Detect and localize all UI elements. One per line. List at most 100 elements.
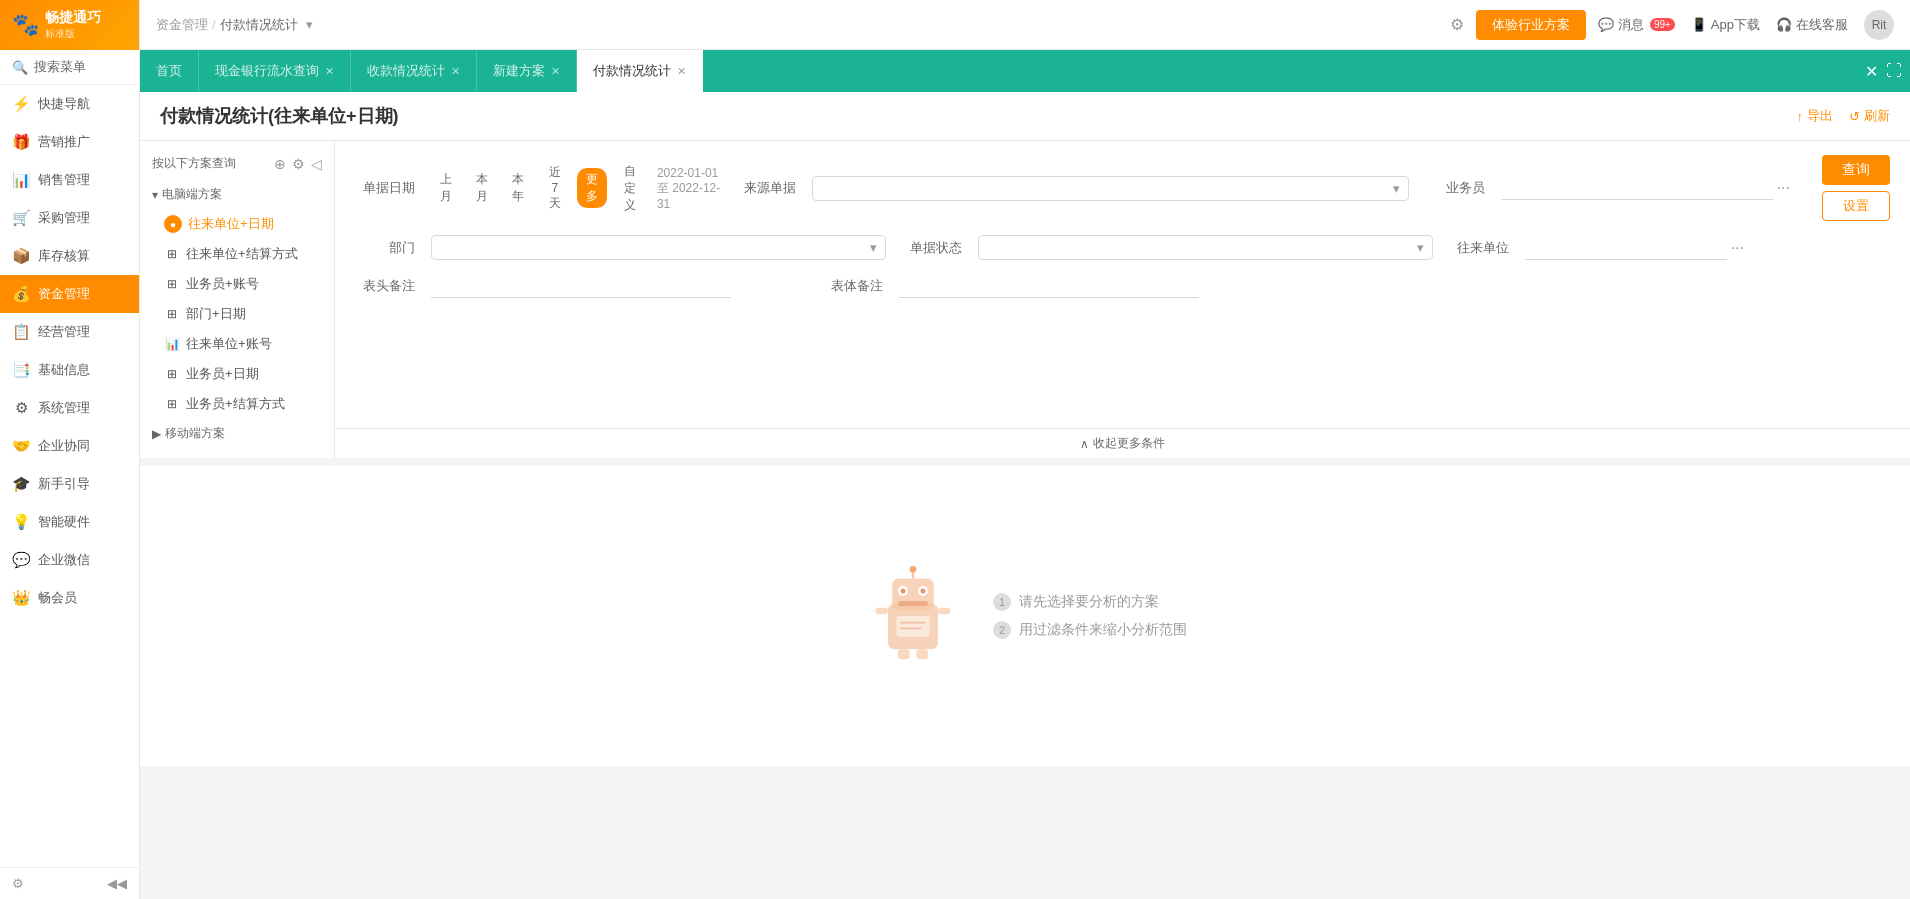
salesperson-field: ··· <box>1501 176 1790 200</box>
tab-cash-flow-label: 现金银行流水查询 <box>215 62 319 80</box>
tab-payment-stats-label: 付款情况统计 <box>593 62 671 80</box>
scheme-add-icon[interactable]: ⊕ <box>274 156 286 172</box>
sidebar-item-wechat[interactable]: 💬 企业微信 <box>0 541 139 579</box>
sidebar-item-label: 企业微信 <box>38 551 90 569</box>
scheme-collapse-icon[interactable]: ◁ <box>311 156 322 172</box>
partner-input[interactable] <box>1525 236 1726 260</box>
source-select[interactable]: ▾ <box>812 176 1409 201</box>
tab-receivable[interactable]: 收款情况统计 ✕ <box>351 50 477 92</box>
settings-button[interactable]: 设置 <box>1822 191 1890 221</box>
sidebar-item-label: 销售管理 <box>38 171 90 189</box>
refresh-action[interactable]: ↺ 刷新 <box>1849 107 1890 125</box>
sidebar-item-enterprise[interactable]: 🤝 企业协同 <box>0 427 139 465</box>
body-note-input[interactable] <box>899 274 1199 298</box>
sidebar-item-label: 资金管理 <box>38 285 90 303</box>
sidebar-item-hardware[interactable]: 💡 智能硬件 <box>0 503 139 541</box>
filter-row-1: 单据日期 上月 本月 本年 近7天 更多 自定义 2022-01-01 至 20… <box>355 155 1890 221</box>
scheme-item-partner-settlement[interactable]: ⊞ 往来单位+结算方式 <box>140 239 334 269</box>
header-note-input[interactable] <box>431 274 731 298</box>
scheme-table-icon3: ⊞ <box>164 306 180 322</box>
sidebar-collapse-icon[interactable]: ◀◀ <box>107 876 127 891</box>
message-action[interactable]: 💬 消息 99+ <box>1598 16 1675 34</box>
tab-home[interactable]: 首页 <box>140 50 199 92</box>
sidebar-item-system[interactable]: ⚙ 系统管理 <box>0 389 139 427</box>
sidebar-search[interactable]: 🔍 搜索菜单 <box>0 50 139 85</box>
scheme-item-label: 业务员+日期 <box>186 365 259 383</box>
date-btn-last-month[interactable]: 上月 <box>431 167 461 209</box>
partner-label: 往来单位 <box>1449 239 1509 257</box>
scheme-section-mobile[interactable]: ▶ 移动端方案 <box>140 419 334 448</box>
scheme-section-desktop[interactable]: ▾ 电脑端方案 <box>140 180 334 209</box>
scheme-item-partner-date[interactable]: ● 往来单位+日期 <box>140 209 334 239</box>
tab-cash-flow-close[interactable]: ✕ <box>325 65 334 78</box>
query-button[interactable]: 查询 <box>1822 155 1890 185</box>
refresh-label: 刷新 <box>1864 107 1890 125</box>
tab-close-all-icon[interactable]: ✕ <box>1865 62 1878 81</box>
salesperson-dots[interactable]: ··· <box>1777 179 1790 197</box>
scheme-panel-label: 按以下方案查询 <box>152 155 236 172</box>
page-header: 付款情况统计(往来单位+日期) ↑ 导出 ↺ 刷新 <box>140 92 1910 141</box>
sidebar-item-finance[interactable]: 💰 资金管理 <box>0 275 139 313</box>
message-label: 消息 <box>1618 16 1644 34</box>
tab-expand-icon[interactable]: ⛶ <box>1886 62 1902 80</box>
app-download-action[interactable]: 📱 App下载 <box>1691 16 1760 34</box>
dept-select[interactable]: ▾ <box>431 235 886 260</box>
scheme-item-dept-date[interactable]: ⊞ 部门+日期 <box>140 299 334 329</box>
tab-new-scheme-close[interactable]: ✕ <box>551 65 560 78</box>
tip-text-1: 请先选择要分析的方案 <box>1019 593 1159 611</box>
sidebar-item-quick-nav[interactable]: ⚡ 快捷导航 <box>0 85 139 123</box>
sidebar-settings-icon[interactable]: ⚙ <box>12 876 24 891</box>
date-btn-this-year[interactable]: 本年 <box>503 167 533 209</box>
tab-cash-flow[interactable]: 现金银行流水查询 ✕ <box>199 50 351 92</box>
main-container: 资金管理 / 付款情况统计 ▾ ⚙ 体验行业方案 💬 消息 99+ 📱 App下… <box>140 0 1910 899</box>
breadcrumb-dropdown[interactable]: ▾ <box>306 17 313 32</box>
tab-new-scheme[interactable]: 新建方案 ✕ <box>477 50 577 92</box>
collapse-button[interactable]: ∧ 收起更多条件 <box>335 428 1910 458</box>
notification-badge: 99+ <box>1650 18 1675 31</box>
header-settings-icon[interactable]: ⚙ <box>1450 15 1464 34</box>
purchase-icon: 🛒 <box>12 209 30 227</box>
date-btn-this-month[interactable]: 本月 <box>467 167 497 209</box>
scheme-item-salesperson-date[interactable]: ⊞ 业务员+日期 <box>140 359 334 389</box>
date-range-text: 2022-01-01 至 2022-12-31 <box>657 166 720 211</box>
sidebar-item-guide[interactable]: 🎓 新手引导 <box>0 465 139 503</box>
doc-status-select[interactable]: ▾ <box>978 235 1433 260</box>
scheme-table-icon: ⊞ <box>164 246 180 262</box>
user-avatar[interactable]: Rit <box>1864 10 1894 40</box>
tab-receivable-close[interactable]: ✕ <box>451 65 460 78</box>
scheme-item-salesperson-settlement[interactable]: ⊞ 业务员+结算方式 <box>140 389 334 419</box>
salesperson-label: 业务员 <box>1425 179 1485 197</box>
date-btn-more[interactable]: 更多 <box>577 168 607 208</box>
sidebar-item-label: 基础信息 <box>38 361 90 379</box>
scheme-item-salesperson-account[interactable]: ⊞ 业务员+账号 <box>140 269 334 299</box>
sidebar-item-member[interactable]: 👑 畅会员 <box>0 579 139 617</box>
tab-payment-stats[interactable]: 付款情况统计 ✕ <box>577 50 703 92</box>
hardware-icon: 💡 <box>12 513 30 531</box>
scheme-panel-icons: ⊕ ⚙ ◁ <box>274 156 322 172</box>
date-btn-7days[interactable]: 近7天 <box>539 160 571 216</box>
trial-button[interactable]: 体验行业方案 <box>1476 10 1586 40</box>
svg-rect-10 <box>938 608 951 615</box>
salesperson-input[interactable] <box>1501 176 1773 200</box>
message-icon: 💬 <box>1598 17 1614 32</box>
service-action[interactable]: 🎧 在线客服 <box>1776 16 1848 34</box>
page-title: 付款情况统计(往来单位+日期) <box>160 104 399 128</box>
filter-row-2: 部门 ▾ 单据状态 ▾ 往来单位 ··· <box>355 235 1890 260</box>
scheme-item-partner-account[interactable]: 📊 往来单位+账号 <box>140 329 334 359</box>
scheme-item-label: 部门+日期 <box>186 305 246 323</box>
partner-dots[interactable]: ··· <box>1731 239 1744 257</box>
breadcrumb-text: 资金管理 <box>156 16 208 34</box>
sidebar-item-basic-info[interactable]: 📑 基础信息 <box>0 351 139 389</box>
scheme-item-label: 往来单位+日期 <box>188 215 274 233</box>
export-action[interactable]: ↑ 导出 <box>1797 107 1834 125</box>
sidebar-item-purchase[interactable]: 🛒 采购管理 <box>0 199 139 237</box>
filter-section: 按以下方案查询 ⊕ ⚙ ◁ ▾ 电脑端方案 ● 往来单位+日期 ⊞ <box>140 141 1910 458</box>
sidebar-item-inventory[interactable]: 📦 库存核算 <box>0 237 139 275</box>
sidebar-item-sales[interactable]: 📊 销售管理 <box>0 161 139 199</box>
scheme-settings-icon[interactable]: ⚙ <box>292 156 305 172</box>
tab-payment-stats-close[interactable]: ✕ <box>677 65 686 78</box>
sidebar-item-operations[interactable]: 📋 经营管理 <box>0 313 139 351</box>
date-btn-custom[interactable]: 自定义 <box>613 159 647 218</box>
scheme-item-label: 往来单位+账号 <box>186 335 272 353</box>
sidebar-item-marketing[interactable]: 🎁 营销推广 <box>0 123 139 161</box>
